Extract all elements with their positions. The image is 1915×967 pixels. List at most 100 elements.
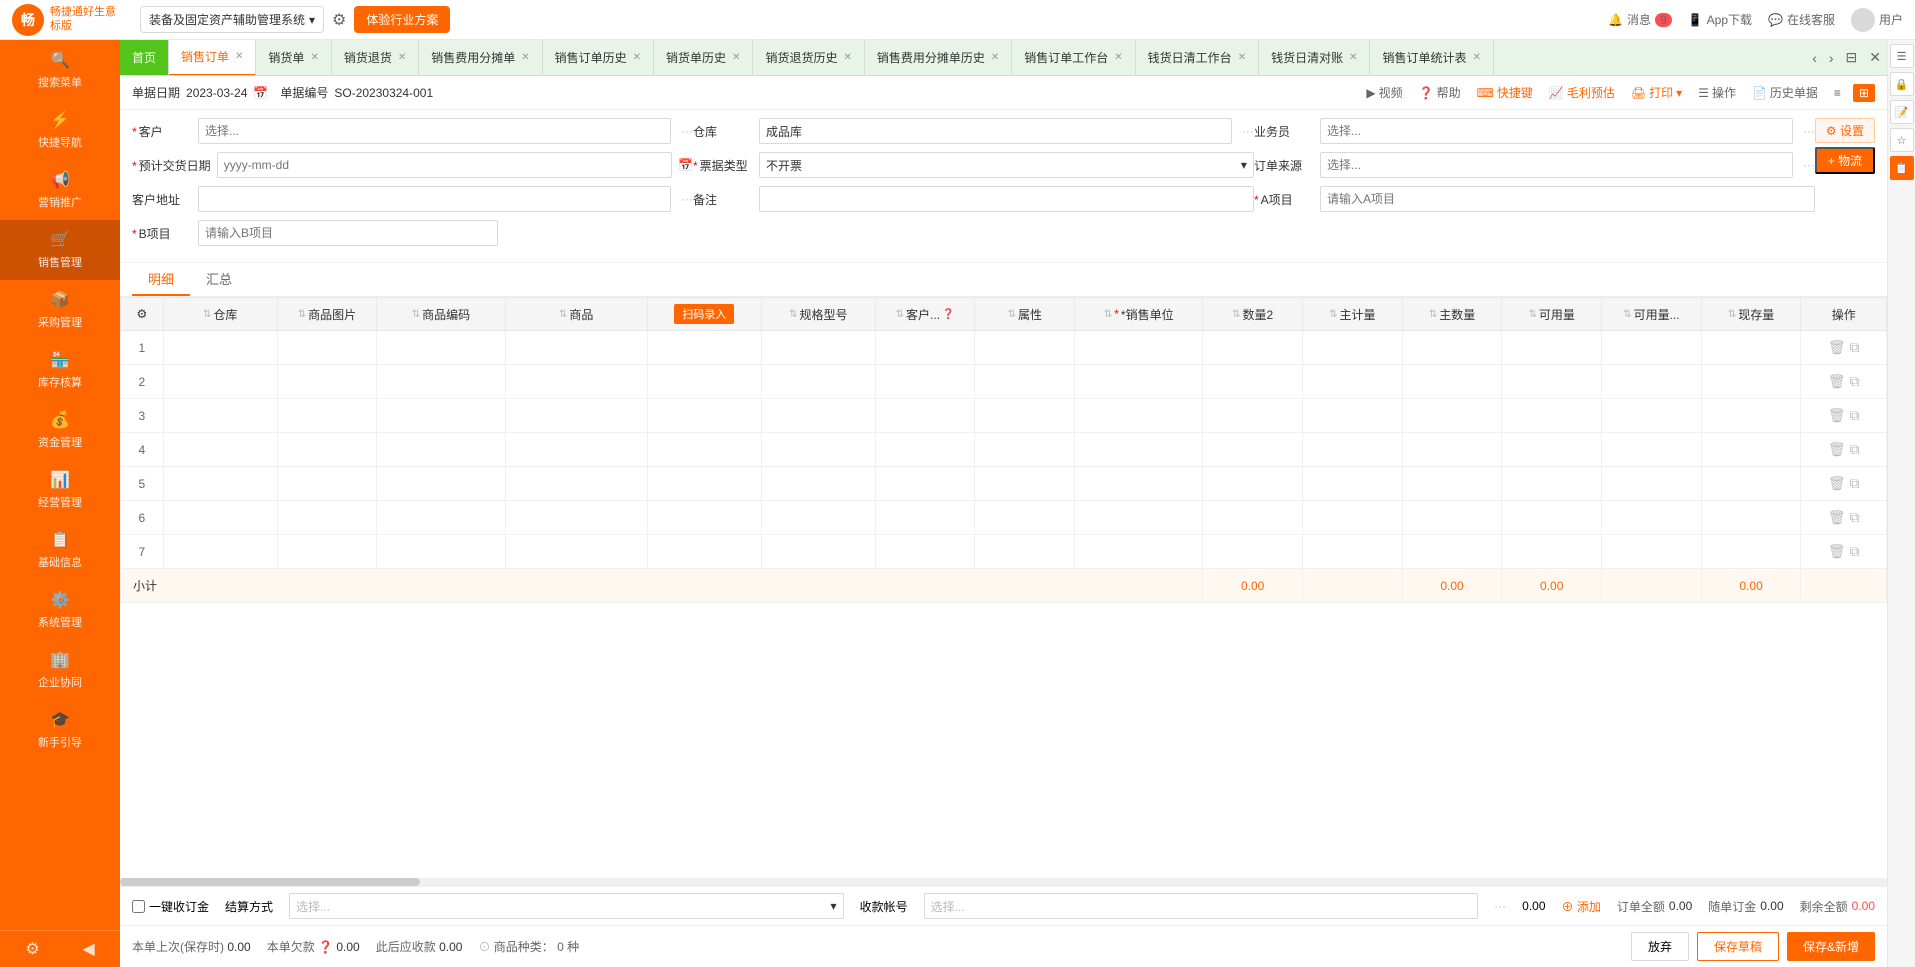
- cell-7-13[interactable]: [1602, 535, 1702, 569]
- cell-1-7[interactable]: [975, 331, 1075, 365]
- tab-sales-return-history[interactable]: 销货单历史✕: [654, 40, 753, 76]
- cell-4-13[interactable]: [1602, 433, 1702, 467]
- delete-icon-3[interactable]: 🗑: [1828, 407, 1846, 424]
- tab-menu-btn[interactable]: ⊟: [1840, 40, 1864, 76]
- goods-count-icon[interactable]: ⊙: [478, 940, 490, 954]
- tab-sales-returns[interactable]: 销货单✕: [256, 40, 331, 76]
- cell-6-14[interactable]: [1701, 501, 1801, 535]
- tab-close-sales-history[interactable]: ✕: [633, 52, 641, 63]
- system-selector[interactable]: 装备及固定资产辅助管理系统 ▾: [140, 6, 324, 33]
- cell-4-10[interactable]: [1302, 433, 1402, 467]
- cell-1-2[interactable]: [377, 331, 505, 365]
- cell-4-11[interactable]: [1402, 433, 1502, 467]
- cell-6-1[interactable]: [277, 501, 377, 535]
- tab-close-refund-history[interactable]: ✕: [843, 52, 851, 63]
- cell-7-5[interactable]: [761, 535, 875, 569]
- cell-7-1[interactable]: [277, 535, 377, 569]
- sidebar-item-system[interactable]: ⚙️系统管理: [0, 580, 120, 640]
- cell-2-8[interactable]: [1075, 365, 1203, 399]
- sidebar-item-finance[interactable]: 💰资金管理: [0, 400, 120, 460]
- cell-1-4[interactable]: [647, 331, 761, 365]
- cell-6-2[interactable]: [377, 501, 505, 535]
- sidebar-item-search[interactable]: 🔍搜索菜单: [0, 40, 120, 100]
- cell-4-7[interactable]: [975, 433, 1075, 467]
- save-new-btn[interactable]: 保存&新增: [1787, 932, 1875, 961]
- th-spec[interactable]: ⇅规格型号: [761, 298, 875, 331]
- cell-2-14[interactable]: [1701, 365, 1801, 399]
- tab-close-all-btn[interactable]: ✕: [1863, 40, 1887, 76]
- cell-3-9[interactable]: [1203, 399, 1303, 433]
- cell-2-13[interactable]: [1602, 365, 1702, 399]
- tab-next-btn[interactable]: ›: [1823, 40, 1840, 76]
- cell-6-4[interactable]: [647, 501, 761, 535]
- address-input[interactable]: [198, 186, 671, 212]
- cell-3-11[interactable]: [1402, 399, 1502, 433]
- industry-btn[interactable]: 体验行业方案: [354, 6, 450, 33]
- cell-5-8[interactable]: [1075, 467, 1203, 501]
- invoice-select[interactable]: 不开票 ▾: [759, 152, 1254, 178]
- cell-3-2[interactable]: [377, 399, 505, 433]
- copy-icon-7[interactable]: ⧉: [1850, 543, 1860, 560]
- cell-5-1[interactable]: [277, 467, 377, 501]
- right-btn-2[interactable]: 🔒: [1890, 72, 1914, 96]
- cell-4-5[interactable]: [761, 433, 875, 467]
- cell-1-12[interactable]: [1502, 331, 1602, 365]
- cell-5-2[interactable]: [377, 467, 505, 501]
- cell-4-4[interactable]: [647, 433, 761, 467]
- scrollbar-thumb[interactable]: [120, 878, 420, 886]
- cell-7-6[interactable]: [875, 535, 975, 569]
- cell-6-5[interactable]: [761, 501, 875, 535]
- scan-btn[interactable]: 扫码录入: [674, 304, 734, 324]
- tab-sales-order[interactable]: 销售订单✕: [169, 40, 256, 76]
- cell-5-4[interactable]: [647, 467, 761, 501]
- delete-icon-2[interactable]: 🗑: [1828, 373, 1846, 390]
- settings-icon[interactable]: ⚙: [332, 10, 346, 30]
- cell-7-12[interactable]: [1502, 535, 1602, 569]
- cell-2-11[interactable]: [1402, 365, 1502, 399]
- delete-icon-6[interactable]: 🗑: [1828, 509, 1846, 526]
- cell-5-6[interactable]: [875, 467, 975, 501]
- discard-btn[interactable]: 放弃: [1631, 932, 1689, 961]
- th-qty2[interactable]: ⇅数量2: [1203, 298, 1303, 331]
- tab-summary[interactable]: 汇总: [190, 263, 248, 296]
- receipt-no-select[interactable]: 选择...: [924, 893, 1479, 919]
- th-available[interactable]: ⇅可用量: [1502, 298, 1602, 331]
- tab-close-sales-refund[interactable]: ✕: [398, 52, 406, 63]
- tab-close-sales-stats[interactable]: ✕: [1473, 52, 1481, 63]
- calendar-icon[interactable]: 📅: [253, 86, 268, 100]
- cell-3-13[interactable]: [1602, 399, 1702, 433]
- quick-pay-label[interactable]: 一键收订金: [132, 898, 209, 915]
- cell-2-1[interactable]: [277, 365, 377, 399]
- sidebar-item-enterprise[interactable]: 🏢企业协同: [0, 640, 120, 700]
- cell-2-0[interactable]: [163, 365, 277, 399]
- cell-1-14[interactable]: [1701, 331, 1801, 365]
- cell-4-6[interactable]: [875, 433, 975, 467]
- cell-2-12[interactable]: [1502, 365, 1602, 399]
- warehouse-select[interactable]: 成品库: [759, 118, 1232, 144]
- cell-7-11[interactable]: [1402, 535, 1502, 569]
- tab-close-sales-expense[interactable]: ✕: [521, 52, 529, 63]
- tab-detail[interactable]: 明细: [132, 263, 190, 296]
- tab-close-sales-order[interactable]: ✕: [235, 51, 243, 62]
- cell-2-7[interactable]: [975, 365, 1075, 399]
- right-btn-1[interactable]: ☰: [1890, 44, 1914, 68]
- order-source-dots[interactable]: ···: [1803, 158, 1815, 172]
- cell-4-0[interactable]: [163, 433, 277, 467]
- cell-6-8[interactable]: [1075, 501, 1203, 535]
- layout-grid-btn[interactable]: ⊞: [1853, 84, 1875, 102]
- project-b-input[interactable]: [198, 220, 498, 246]
- sidebar-item-operations[interactable]: 📊经营管理: [0, 460, 120, 520]
- customer-dots[interactable]: ···: [681, 124, 693, 138]
- cell-5-10[interactable]: [1302, 467, 1402, 501]
- tab-close-money-daily[interactable]: ✕: [1238, 52, 1246, 63]
- tab-money-daily[interactable]: 钱货日清工作台✕: [1136, 40, 1259, 76]
- cell-2-9[interactable]: [1203, 365, 1303, 399]
- right-btn-5[interactable]: 📋: [1890, 156, 1914, 180]
- add-btn[interactable]: ⊕ 添加: [1562, 898, 1601, 915]
- address-dots[interactable]: ···: [681, 192, 693, 206]
- th-code[interactable]: ⇅商品编码: [377, 298, 505, 331]
- cell-5-5[interactable]: [761, 467, 875, 501]
- cell-7-8[interactable]: [1075, 535, 1203, 569]
- cell-5-12[interactable]: [1502, 467, 1602, 501]
- delete-icon-5[interactable]: 🗑: [1828, 475, 1846, 492]
